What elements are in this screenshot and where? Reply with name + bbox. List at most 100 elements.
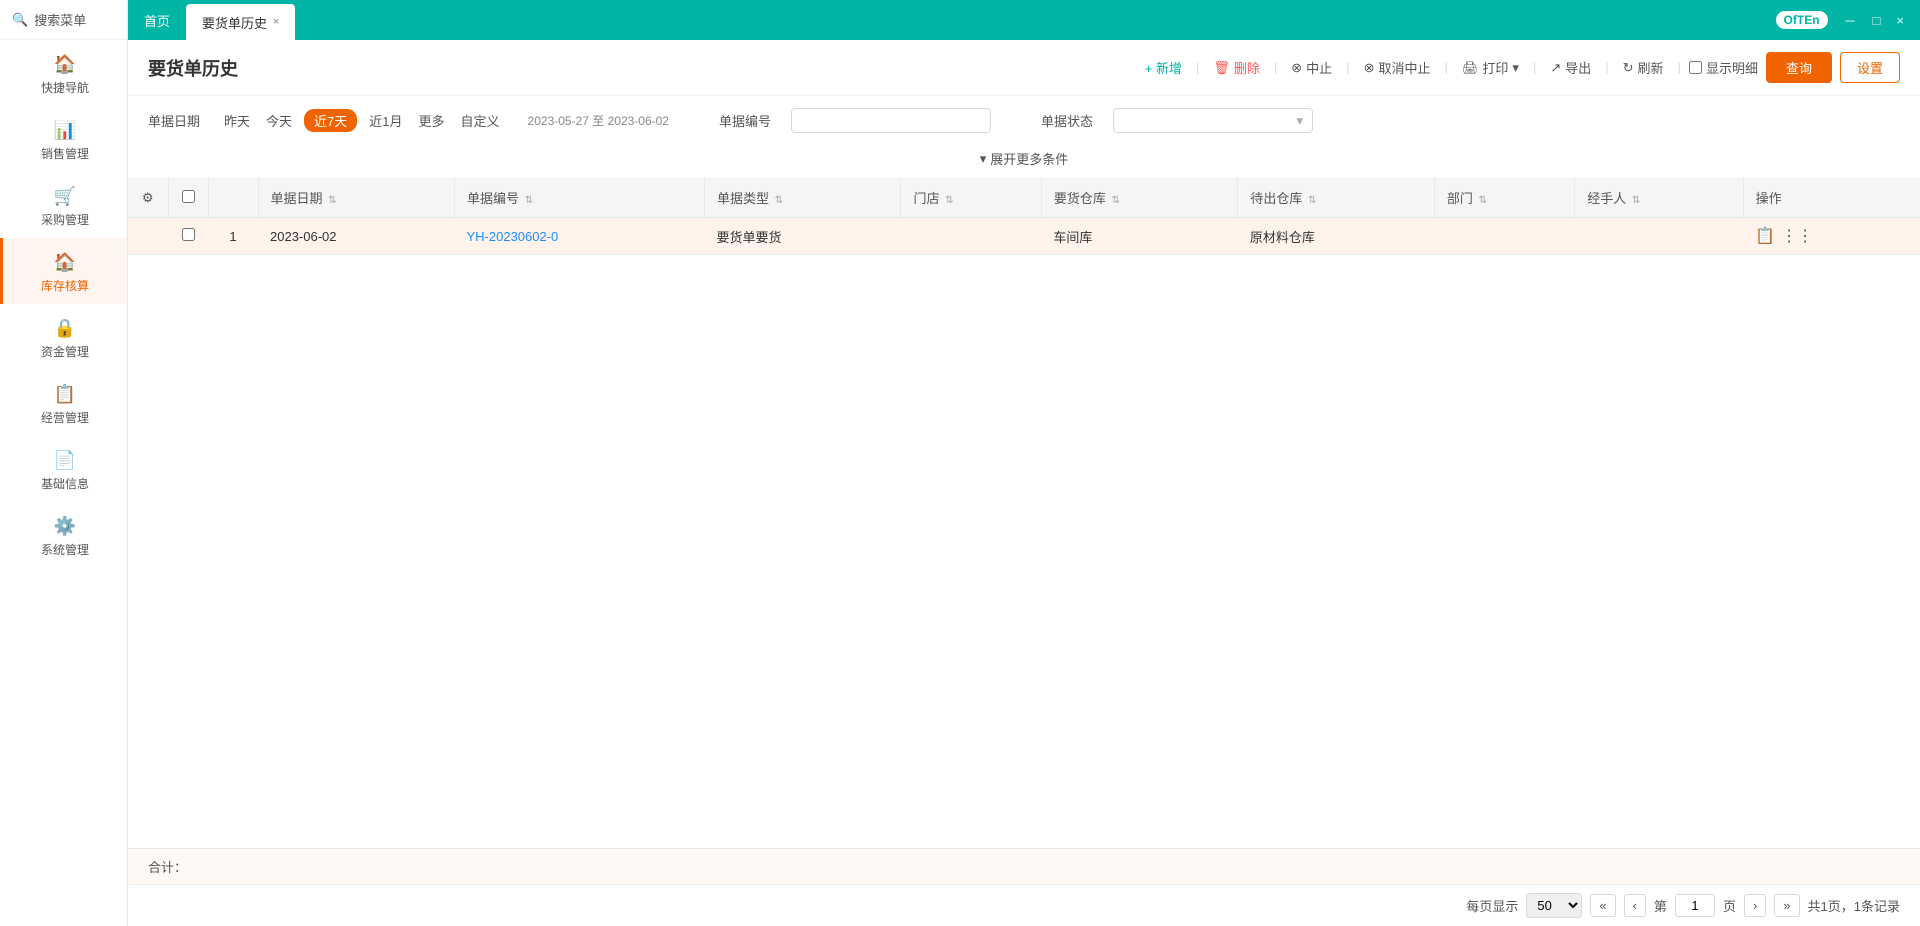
sort-store-icon[interactable]: ⇅ bbox=[945, 195, 953, 206]
shortcut-today[interactable]: 今天 bbox=[262, 109, 296, 132]
col-store-label: 门店 bbox=[913, 191, 939, 206]
row-bill-type: 要货单要货 bbox=[716, 230, 781, 245]
divider-5: | bbox=[1533, 60, 1536, 75]
tab-close-button[interactable]: × bbox=[273, 16, 279, 28]
shortcut-more[interactable]: 更多 bbox=[415, 109, 449, 132]
sidebar-item-operations[interactable]: 📋 经营管理 bbox=[0, 370, 127, 436]
refresh-button[interactable]: ↻ 刷新 bbox=[1617, 54, 1670, 81]
sort-dept-icon[interactable]: ⇅ bbox=[1478, 195, 1486, 206]
col-bill-no-label: 单据编号 bbox=[467, 191, 519, 206]
shortcut-yesterday[interactable]: 昨天 bbox=[220, 109, 254, 132]
select-all-checkbox[interactable] bbox=[182, 190, 195, 203]
expand-more-button[interactable]: ▾ 展开更多条件 bbox=[148, 143, 1900, 178]
often-badge[interactable]: OfTEn bbox=[1776, 11, 1828, 29]
page-number-input[interactable] bbox=[1675, 894, 1715, 917]
sidebar: 🔍 搜索菜单 🏠 快捷导航 📊 销售管理 🛒 采购管理 🏠 库存核算 🔒 资金管… bbox=[0, 0, 128, 926]
divider-1: | bbox=[1196, 60, 1199, 75]
page-label-before: 第 bbox=[1654, 896, 1667, 915]
refresh-icon: ↻ bbox=[1623, 60, 1634, 76]
sidebar-item-basic-info[interactable]: 📄 基础信息 bbox=[0, 436, 127, 502]
edit-icon[interactable]: 📋 bbox=[1755, 226, 1775, 246]
row-store-cell bbox=[901, 218, 1041, 255]
sidebar-item-label: 资金管理 bbox=[41, 343, 89, 360]
export-button[interactable]: ↗ 导出 bbox=[1544, 54, 1597, 81]
expand-more-label: 展开更多条件 bbox=[990, 149, 1068, 168]
row-pending-warehouse-cell: 原材料仓库 bbox=[1238, 218, 1435, 255]
sort-date-icon[interactable]: ⇅ bbox=[328, 195, 336, 206]
maximize-button[interactable]: □ bbox=[1873, 13, 1881, 28]
print-arrow-icon: ▾ bbox=[1512, 60, 1519, 76]
divider-2: | bbox=[1274, 60, 1277, 75]
last-page-button[interactable]: » bbox=[1774, 894, 1799, 917]
row-date-cell: 2023-06-02 bbox=[258, 218, 455, 255]
col-dept: 部门 ⇅ bbox=[1434, 178, 1574, 218]
toolbar: + 新增 | 🗑 删除 | ⊗ 中止 | ⊗ 取消中止 | 🖨 bbox=[1139, 52, 1900, 83]
shortcut-1month[interactable]: 近1月 bbox=[365, 109, 406, 132]
stop-button[interactable]: ⊗ 中止 bbox=[1285, 54, 1338, 81]
sort-bill-no-icon[interactable]: ⇅ bbox=[525, 195, 533, 206]
search-icon: 🔍 bbox=[12, 12, 28, 28]
sidebar-item-inventory[interactable]: 🏠 库存核算 bbox=[0, 238, 127, 304]
action-icons: 📋 ⋮⋮ bbox=[1755, 226, 1908, 246]
sidebar-item-label: 经营管理 bbox=[41, 409, 89, 426]
topbar-right: OfTEn － □ × bbox=[1776, 11, 1920, 30]
sort-bill-type-icon[interactable]: ⇅ bbox=[775, 195, 783, 206]
cancel-stop-button[interactable]: ⊗ 取消中止 bbox=[1358, 54, 1437, 81]
next-page-button[interactable]: › bbox=[1744, 894, 1766, 917]
divider-3: | bbox=[1346, 60, 1349, 75]
window-close-button[interactable]: × bbox=[1896, 13, 1904, 28]
more-action-icon[interactable]: ⋮⋮ bbox=[1781, 226, 1813, 246]
sidebar-item-quick-nav[interactable]: 🏠 快捷导航 bbox=[0, 40, 127, 106]
row-date: 2023-06-02 bbox=[270, 229, 337, 244]
row-checkbox[interactable] bbox=[182, 228, 195, 241]
page-title: 要货单历史 bbox=[148, 55, 1127, 81]
prev-page-button[interactable]: ‹ bbox=[1624, 894, 1646, 917]
sidebar-item-system[interactable]: ⚙️ 系统管理 bbox=[0, 502, 127, 568]
col-dept-label: 部门 bbox=[1447, 191, 1473, 206]
date-filter-label: 单据日期 bbox=[148, 111, 200, 130]
export-label: 导出 bbox=[1565, 58, 1591, 77]
refresh-label: 刷新 bbox=[1638, 58, 1664, 77]
tab-home[interactable]: 首页 bbox=[128, 0, 186, 40]
minimize-button[interactable]: － bbox=[1844, 11, 1857, 30]
display-detail-toggle[interactable]: 显示明细 bbox=[1689, 58, 1758, 77]
sort-handler-icon[interactable]: ⇅ bbox=[1632, 195, 1640, 206]
print-button[interactable]: 🖨 打印 ▾ bbox=[1456, 54, 1525, 81]
shortcut-custom[interactable]: 自定义 bbox=[457, 109, 504, 132]
settings-button[interactable]: 设置 bbox=[1840, 52, 1900, 83]
query-button[interactable]: 查询 bbox=[1766, 52, 1832, 83]
bill-number-input[interactable] bbox=[791, 108, 991, 133]
sort-req-warehouse-icon[interactable]: ⇅ bbox=[1111, 195, 1119, 206]
delete-button[interactable]: 🗑 删除 bbox=[1207, 54, 1266, 81]
sidebar-item-sales[interactable]: 📊 销售管理 bbox=[0, 106, 127, 172]
bill-status-select[interactable] bbox=[1113, 108, 1313, 133]
date-shortcuts: 昨天 今天 近7天 近1月 更多 自定义 bbox=[220, 109, 504, 132]
sidebar-search[interactable]: 🔍 搜索菜单 bbox=[0, 0, 127, 40]
settings-col-icon[interactable]: ⚙ bbox=[142, 190, 154, 205]
display-detail-label: 显示明细 bbox=[1706, 58, 1758, 77]
pagination: 每页显示 50 20 100 « ‹ 第 页 › » 共1页，1条记录 bbox=[128, 884, 1920, 926]
first-page-button[interactable]: « bbox=[1590, 894, 1615, 917]
sidebar-item-label: 基础信息 bbox=[41, 475, 89, 492]
row-bill-no-link[interactable]: YH-20230602-0 bbox=[467, 229, 559, 244]
row-handler-cell bbox=[1575, 218, 1743, 255]
sidebar-item-label: 快捷导航 bbox=[41, 79, 89, 96]
display-detail-checkbox[interactable] bbox=[1689, 61, 1702, 74]
col-action-label: 操作 bbox=[1756, 191, 1782, 206]
sidebar-item-purchase[interactable]: 🛒 采购管理 bbox=[0, 172, 127, 238]
stop-icon: ⊗ bbox=[1291, 60, 1302, 76]
tab-requisition-history[interactable]: 要货单历史 × bbox=[186, 4, 295, 40]
col-num bbox=[208, 178, 258, 218]
shortcut-7days[interactable]: 近7天 bbox=[304, 109, 357, 132]
row-pending-warehouse: 原材料仓库 bbox=[1250, 230, 1315, 245]
new-button[interactable]: + 新增 bbox=[1139, 54, 1188, 81]
sales-icon: 📊 bbox=[54, 120, 76, 141]
page-content: 要货单历史 + 新增 | 🗑 删除 | ⊗ 中止 | ⊗ 取消中止 | bbox=[128, 40, 1920, 926]
page-header: 要货单历史 + 新增 | 🗑 删除 | ⊗ 中止 | ⊗ 取消中止 | bbox=[128, 40, 1920, 96]
per-page-select[interactable]: 50 20 100 bbox=[1526, 893, 1582, 918]
sidebar-item-label: 采购管理 bbox=[41, 211, 89, 228]
table-area: ⚙ 单据日期 ⇅ 单据编号 ⇅ bbox=[128, 178, 1920, 848]
sidebar-item-finance[interactable]: 🔒 资金管理 bbox=[0, 304, 127, 370]
bill-number-label: 单据编号 bbox=[719, 111, 771, 130]
sort-pending-warehouse-icon[interactable]: ⇅ bbox=[1308, 195, 1316, 206]
